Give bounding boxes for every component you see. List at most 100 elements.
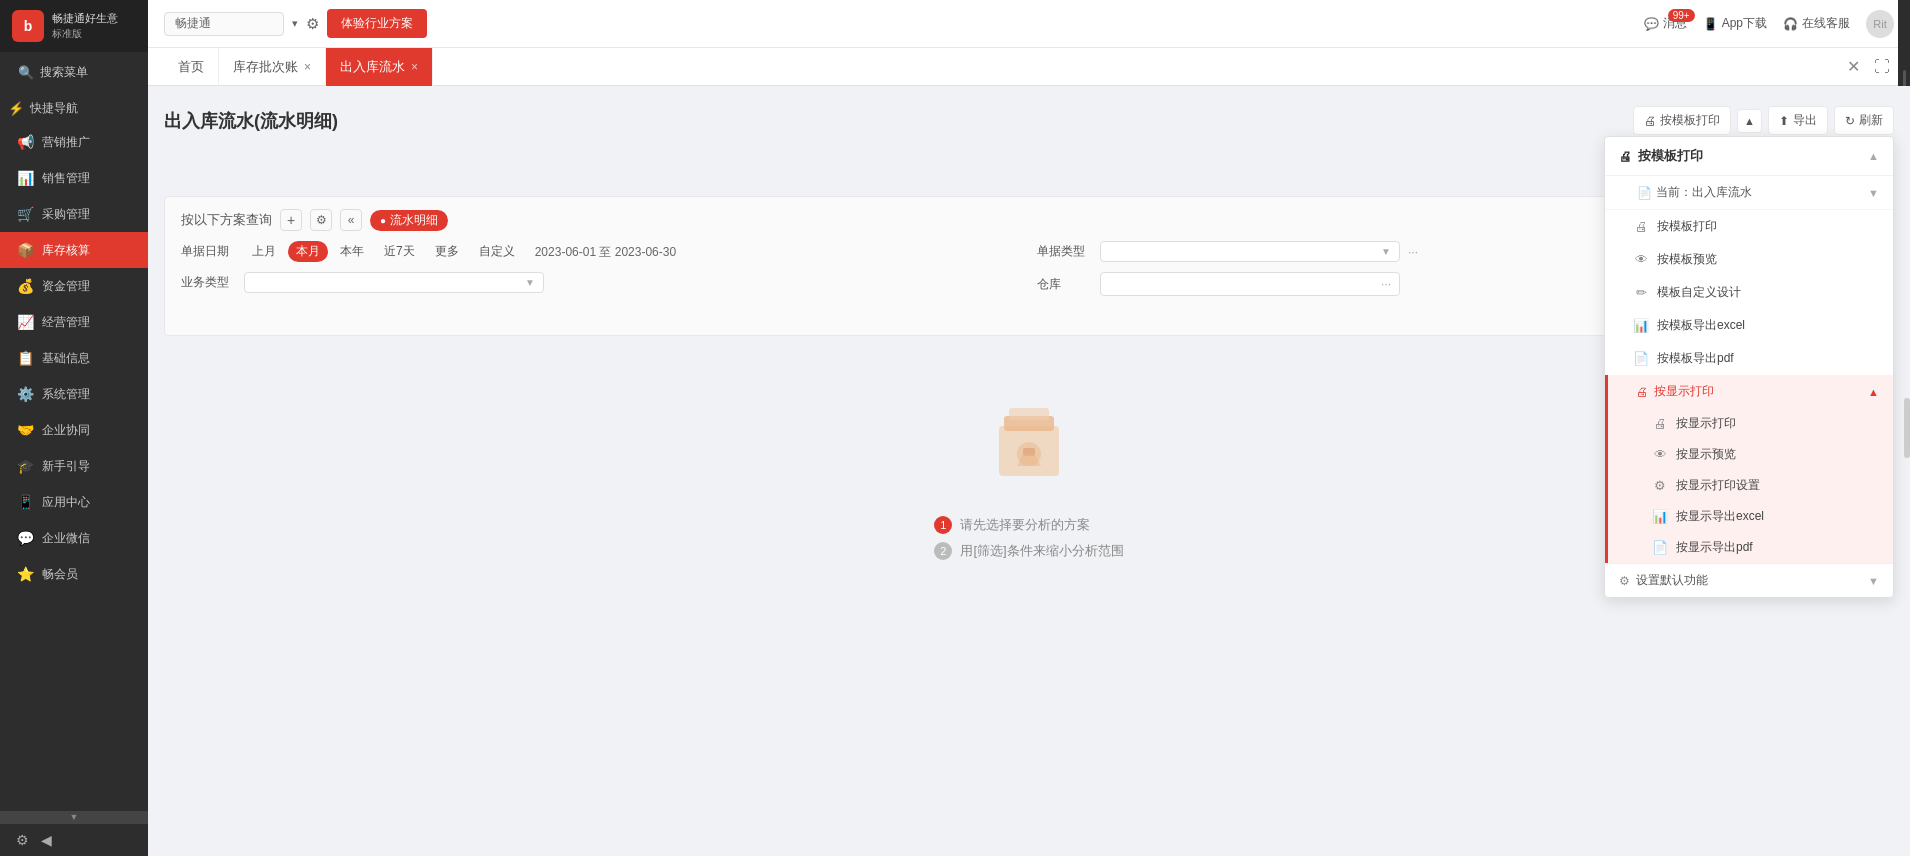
date-custom[interactable]: 自定义 [471,241,523,262]
sidebar-search[interactable]: 🔍 搜索菜单 [0,52,148,93]
display-export-excel-btn[interactable]: 📊 按显示导出excel [1608,501,1893,532]
biztype-label: 业务类型 [181,274,236,291]
sidebar-settings-btn[interactable]: ⚙ [16,832,29,848]
print-panel-header: 🖨 按模板打印 ▲ [1605,137,1893,176]
svg-rect-2 [1009,408,1049,420]
sidebar-scroll-arrow-down[interactable]: ▼ [0,811,148,823]
tab-inout-flow-close[interactable]: × [411,60,418,74]
arrow-down-icon: ▼ [70,812,79,822]
trial-btn[interactable]: 体验行业方案 [327,9,427,38]
biztype-caret-icon: ▼ [525,277,535,288]
sidebar-item-guide[interactable]: 🎓 新手引导 [0,448,148,484]
toolbar-area: 🖨 按模板打印 ▲ ⬆ 导出 ↻ 刷新 [1633,98,1894,143]
topbar-gear-icon[interactable]: ⚙ [306,15,319,33]
template-export-pdf-btn[interactable]: 📄 按模板导出pdf [1605,342,1893,375]
template-preview-btn[interactable]: 👁 按模板预览 [1605,243,1893,276]
date-last7days[interactable]: 近7天 [376,241,423,262]
user-avatar: Rit [1866,10,1894,38]
sidebar-item-purchase[interactable]: 🛒 采购管理 [0,196,148,232]
tab-home[interactable]: 首页 [164,48,219,86]
biztype-select[interactable]: ▼ [244,272,544,293]
sidebar-item-appcenter[interactable]: 📱 应用中心 [0,484,148,520]
refresh-btn[interactable]: ↻ 刷新 [1834,106,1894,135]
print-panel-footer[interactable]: ⚙ 设置默认功能 ▼ [1605,563,1893,597]
sidebar-item-wechat[interactable]: 💬 企业微信 [0,520,148,556]
print-dropdown-btn[interactable]: ▲ [1737,109,1762,133]
quick-nav-icon: ⚡ [8,101,24,116]
template-print-btn[interactable]: 🖨 按模板打印 [1605,210,1893,243]
filter-biztype-field: 业务类型 ▼ [181,272,1021,293]
topbar-app-download[interactable]: 📱 App下载 [1703,15,1767,32]
doctype-more-icon[interactable]: ··· [1408,245,1418,259]
display-section-collapse-icon: ▲ [1868,386,1879,398]
quick-nav-item[interactable]: ⚡ 快捷导航 [0,93,148,124]
message-icon: 💬 [1644,17,1659,31]
topbar-customer-service[interactable]: 🎧 在线客服 [1783,15,1850,32]
logo-text: 畅捷通好生意 [52,11,118,26]
sidebar-item-system[interactable]: ⚙️ 系统管理 [0,376,148,412]
tab-batch-account[interactable]: 库存批次账 × [219,48,326,86]
display-export-pdf-btn[interactable]: 📄 按显示导出pdf [1608,532,1893,563]
print-panel-title: 🖨 按模板打印 [1619,147,1703,165]
page-title: 出入库流水(流水明细) [164,109,338,133]
template-custom-icon: ✏ [1633,285,1649,301]
printer-icon: 🖨 [1619,149,1632,164]
right-scroll-indicator[interactable] [1904,398,1910,458]
filter-collapse-btn[interactable]: « [340,209,362,231]
finance-icon: 💰 [16,277,34,295]
warehouse-more-icon[interactable]: ··· [1381,277,1391,291]
topbar-message[interactable]: 💬 消息 99+ [1644,15,1687,32]
topbar-search-input[interactable] [164,12,284,36]
date-current-year[interactable]: 本年 [332,241,372,262]
tab-inout-flow[interactable]: 出入库流水 × [326,48,433,86]
display-print-btn[interactable]: 🖨 按显示打印 [1608,408,1893,439]
empty-illustration [979,396,1079,496]
sidebar-item-member[interactable]: ⭐ 畅会员 [0,556,148,592]
sidebar-item-finance[interactable]: 💰 资金管理 [0,268,148,304]
appcenter-icon: 📱 [16,493,34,511]
doctype-caret-icon: ▼ [1381,246,1391,257]
filter-label: 按以下方案查询 [181,211,272,229]
sidebar-item-base[interactable]: 📋 基础信息 [0,340,148,376]
display-preview-btn[interactable]: 👁 按显示预览 [1608,439,1893,470]
tab-batch-account-close[interactable]: × [304,60,311,74]
panel-scroll-up-icon[interactable]: ▲ [1868,150,1879,162]
date-last-month[interactable]: 上月 [244,241,284,262]
print-panel-display-section: 🖨 按显示打印 ▲ 🖨 按显示打印 👁 按显 [1605,375,1893,563]
display-print-settings-btn[interactable]: ⚙ 按显示打印设置 [1608,470,1893,501]
template-export-excel-btn[interactable]: 📊 按模板导出excel [1605,309,1893,342]
sidebar-item-sales[interactable]: 📊 销售管理 [0,160,148,196]
sidebar-item-operation[interactable]: 📈 经营管理 [0,304,148,340]
topbar: ▾ ⚙ 体验行业方案 💬 消息 99+ 📱 App下载 🎧 在线客服 Rit [148,0,1910,48]
phone-icon: 📱 [1703,17,1718,31]
filter-settings-btn[interactable]: ⚙ [310,209,332,231]
filter-add-btn[interactable]: + [280,209,302,231]
wechat-icon: 💬 [16,529,34,547]
template-custom-btn[interactable]: ✏ 模板自定义设计 [1605,276,1893,309]
date-current-month[interactable]: 本月 [288,241,328,262]
display-print-header[interactable]: 🖨 按显示打印 ▲ [1608,375,1893,408]
search-menu-item[interactable]: 🔍 搜索菜单 [10,58,138,87]
maximize-tab-btn[interactable]: ⛶ [1870,55,1894,78]
print-panel-current: 📄 当前：出入库流水 ▼ [1605,176,1893,210]
sidebar-item-marketing[interactable]: 📢 营销推广 [0,124,148,160]
topbar-right: 💬 消息 99+ 📱 App下载 🎧 在线客服 Rit [1644,10,1894,38]
topbar-user[interactable]: Rit [1866,10,1894,38]
headset-icon: 🎧 [1783,17,1798,31]
doctype-select[interactable]: ▼ [1100,241,1400,262]
date-more[interactable]: 更多 [427,241,467,262]
topbar-dropdown-icon[interactable]: ▾ [292,17,298,30]
close-all-tabs-btn[interactable]: ✕ [1843,55,1864,78]
marketing-icon: 📢 [16,133,34,151]
sidebar-item-inventory[interactable]: 📦 库存核算 [0,232,148,268]
sidebar-item-collab[interactable]: 🤝 企业协同 [0,412,148,448]
template-excel-icon: 📊 [1633,318,1649,334]
sidebar: b 畅捷通好生意 标准版 🔍 搜索菜单 ⚡ 快捷导航 📢 营销推广 📊 销售管理… [0,0,148,856]
sidebar-collapse-btn[interactable]: ◀ [41,832,52,848]
display-settings-icon: ⚙ [1652,478,1668,493]
print-btn[interactable]: 🖨 按模板打印 [1633,106,1731,135]
template-pdf-icon: 📄 [1633,351,1649,367]
export-btn[interactable]: ⬆ 导出 [1768,106,1828,135]
filter-chip[interactable]: ● 流水明细 [370,210,448,231]
warehouse-select[interactable]: ··· [1100,272,1400,296]
